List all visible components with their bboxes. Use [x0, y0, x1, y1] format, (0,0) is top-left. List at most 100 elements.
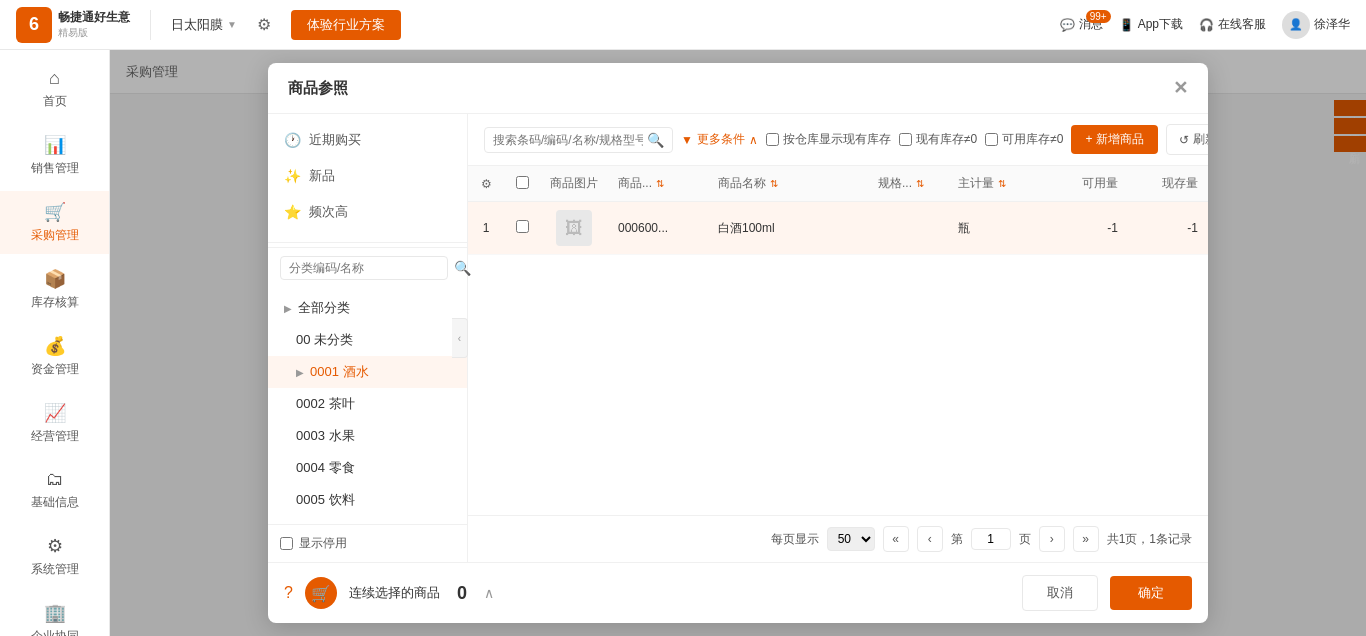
trial-button[interactable]: 体验行业方案 [291, 10, 401, 40]
table-row[interactable]: 1 🖼 000600... 白酒100ml [468, 202, 1208, 255]
page-size-label: 每页显示 [771, 531, 819, 548]
cell-unit: 瓶 [948, 202, 1028, 255]
th-avail: 可用量 [1028, 166, 1128, 202]
sidebar-item-home[interactable]: ⌂ 首页 [0, 58, 109, 120]
cart-icon[interactable]: 🛒 [305, 577, 337, 609]
check2-label[interactable]: 现有库存≠0 [899, 131, 977, 148]
show-disabled-label[interactable]: 显示停用 [299, 535, 347, 552]
category-0004[interactable]: 0004 零食 [268, 452, 467, 484]
navbar-divider [150, 10, 151, 40]
sales-icon: 📊 [44, 134, 66, 156]
cell-img: 🖼 [540, 202, 608, 255]
left-nav-frequent[interactable]: ⭐ 频次高 [268, 194, 467, 230]
refresh-label: 刷新 [1193, 131, 1208, 148]
category-all[interactable]: ▶ 全部分类 [268, 292, 467, 324]
message-item[interactable]: 💬 消息 99+ [1060, 16, 1103, 33]
th-name-label: 商品名称 [718, 175, 766, 192]
page-next-btn[interactable]: › [1039, 526, 1065, 552]
modal-body: 🕐 近期购买 ✨ 新品 ⭐ 频次高 [268, 114, 1208, 562]
app-download-item[interactable]: 📱 App下载 [1119, 16, 1183, 33]
th-name[interactable]: 商品名称 ⇅ [708, 166, 868, 202]
confirm-button[interactable]: 确定 [1110, 576, 1192, 610]
purchase-icon: 🛒 [44, 201, 66, 223]
main-area: 采购管理 查询 设置 刷新 商品参照 ✕ [110, 50, 1366, 636]
clock-icon: 🕐 [284, 132, 301, 148]
left-collapse-btn[interactable]: ‹ [452, 318, 468, 358]
continuous-label: 连续选择的商品 [349, 584, 440, 602]
category-0002[interactable]: 0002 茶叶 [268, 388, 467, 420]
cancel-button[interactable]: 取消 [1022, 575, 1098, 611]
sidebar-item-purchase[interactable]: 🛒 采购管理 [0, 191, 109, 254]
check1-checkbox[interactable] [766, 133, 779, 146]
th-code-label: 商品... [618, 175, 652, 192]
category-00[interactable]: 00 未分类 [268, 324, 467, 356]
cell-num: 1 [468, 202, 504, 255]
user-name: 徐泽华 [1314, 16, 1350, 33]
category-0008[interactable]: 0008 水 [268, 516, 467, 524]
category-0002-label: 0002 茶叶 [296, 395, 355, 413]
add-product-button[interactable]: + 新增商品 [1071, 125, 1157, 154]
th-unit[interactable]: 主计量 ⇅ [948, 166, 1028, 202]
check3-text: 可用库存≠0 [1002, 131, 1063, 148]
app-badge: 精易版 [58, 26, 130, 40]
online-service-item[interactable]: 🎧 在线客服 [1199, 16, 1266, 33]
product-search-input[interactable] [493, 133, 643, 147]
th-stock-label: 现存量 [1162, 176, 1198, 190]
app-download-label: App下载 [1138, 16, 1183, 33]
th-spec[interactable]: 规格... ⇅ [868, 166, 948, 202]
category-search-icon[interactable]: 🔍 [454, 260, 471, 276]
check2-checkbox[interactable] [899, 133, 912, 146]
left-nav-new[interactable]: ✨ 新品 [268, 158, 467, 194]
navbar: 6 畅捷通好生意 精易版 日太阳膜 ▼ ⚙ 体验行业方案 💬 消息 99+ 📱 … [0, 0, 1366, 50]
settings-icon[interactable]: ⚙ [257, 15, 271, 34]
sidebar-item-sales[interactable]: 📊 销售管理 [0, 124, 109, 187]
selected-count: 0 [452, 583, 472, 604]
page-last-btn[interactable]: » [1073, 526, 1099, 552]
show-disabled-checkbox[interactable] [280, 537, 293, 550]
left-nav: 🕐 近期购买 ✨ 新品 ⭐ 频次高 [268, 114, 467, 238]
th-code[interactable]: 商品... ⇅ [608, 166, 708, 202]
category-0001-label: 0001 酒水 [310, 363, 369, 381]
sidebar-item-system[interactable]: ⚙ 系统管理 [0, 525, 109, 588]
check3-label[interactable]: 可用库存≠0 [985, 131, 1063, 148]
stock-icon: 📦 [44, 268, 66, 290]
selector-label: 日太阳膜 [171, 16, 223, 34]
check3-checkbox[interactable] [985, 133, 998, 146]
filter-button[interactable]: ▼ 更多条件 ∧ [681, 131, 758, 148]
category-0003[interactable]: 0003 水果 [268, 420, 467, 452]
sidebar-item-stock[interactable]: 📦 库存核算 [0, 258, 109, 321]
th-check [504, 166, 540, 202]
category-0005[interactable]: 0005 饮料 [268, 484, 467, 516]
new-icon: ✨ [284, 168, 301, 184]
category-0001[interactable]: ▶ 0001 酒水 [268, 356, 467, 388]
navbar-selector[interactable]: 日太阳膜 ▼ [171, 16, 237, 34]
finance-icon: 💰 [44, 335, 66, 357]
category-0003-label: 0003 水果 [296, 427, 355, 445]
modal-footer: ? 🛒 连续选择的商品 0 ∧ 取消 确定 [268, 562, 1208, 623]
page-size-select[interactable]: 50 [827, 527, 875, 551]
gear-icon[interactable]: ⚙ [481, 177, 492, 191]
sidebar-item-basic[interactable]: 🗂 基础信息 [0, 459, 109, 521]
page-prev-btn[interactable]: ‹ [917, 526, 943, 552]
help-icon[interactable]: ? [284, 584, 293, 602]
collapse-icon[interactable]: ∧ [484, 585, 494, 601]
cell-check[interactable] [504, 202, 540, 255]
left-divider [268, 242, 467, 243]
user-item[interactable]: 👤 徐泽华 [1282, 11, 1350, 39]
sidebar-item-operation[interactable]: 📈 经营管理 [0, 392, 109, 455]
sidebar-item-enterprise[interactable]: 🏢 企业协同 [0, 592, 109, 636]
category-search-input[interactable] [280, 256, 448, 280]
check1-label[interactable]: 按仓库显示现有库存 [766, 131, 891, 148]
row-checkbox[interactable] [516, 220, 529, 233]
product-search-icon[interactable]: 🔍 [647, 132, 664, 148]
refresh-button[interactable]: ↺ 刷新 [1166, 124, 1208, 155]
sidebar-item-finance[interactable]: 💰 资金管理 [0, 325, 109, 388]
modal-close-icon[interactable]: ✕ [1173, 77, 1188, 99]
cell-name: 白酒100ml [708, 202, 868, 255]
sidebar-label-basic: 基础信息 [31, 494, 79, 511]
sidebar-label-finance: 资金管理 [31, 361, 79, 378]
page-first-btn[interactable]: « [883, 526, 909, 552]
select-all-checkbox[interactable] [516, 176, 529, 189]
page-input[interactable] [971, 528, 1011, 550]
left-nav-recent[interactable]: 🕐 近期购买 [268, 122, 467, 158]
